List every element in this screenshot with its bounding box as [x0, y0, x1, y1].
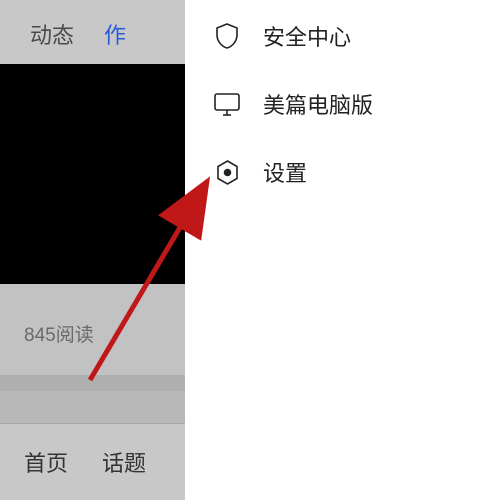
bg-nav-topic[interactable]: 话题 [102, 446, 146, 478]
menu-label-security: 安全中心 [263, 20, 351, 52]
bg-content-thumbnail [0, 64, 185, 284]
monitor-icon [213, 90, 241, 118]
bg-nav-home[interactable]: 首页 [24, 446, 68, 478]
bg-read-count: 845阅读 [24, 325, 94, 346]
bg-tab-feed[interactable]: 动态 [30, 18, 74, 50]
bg-bottom-nav: 首页 话题 [0, 423, 185, 500]
bg-read-count-area: 845阅读 [0, 284, 185, 375]
side-drawer: 安全中心 美篇电脑版 设置 [185, 0, 500, 500]
bg-tab-row: 动态 作 [0, 0, 185, 64]
menu-item-settings[interactable]: 设置 [185, 138, 500, 206]
dimmed-background: 动态 作 845阅读 首页 话题 [0, 0, 185, 500]
menu-item-security[interactable]: 安全中心 [185, 0, 500, 70]
shield-icon [213, 22, 241, 50]
menu-item-desktop[interactable]: 美篇电脑版 [185, 70, 500, 138]
settings-icon [213, 158, 241, 186]
menu-label-desktop: 美篇电脑版 [263, 88, 373, 120]
menu-label-settings: 设置 [263, 156, 307, 188]
bg-divider [0, 375, 185, 391]
bg-tab-works[interactable]: 作 [104, 18, 126, 50]
